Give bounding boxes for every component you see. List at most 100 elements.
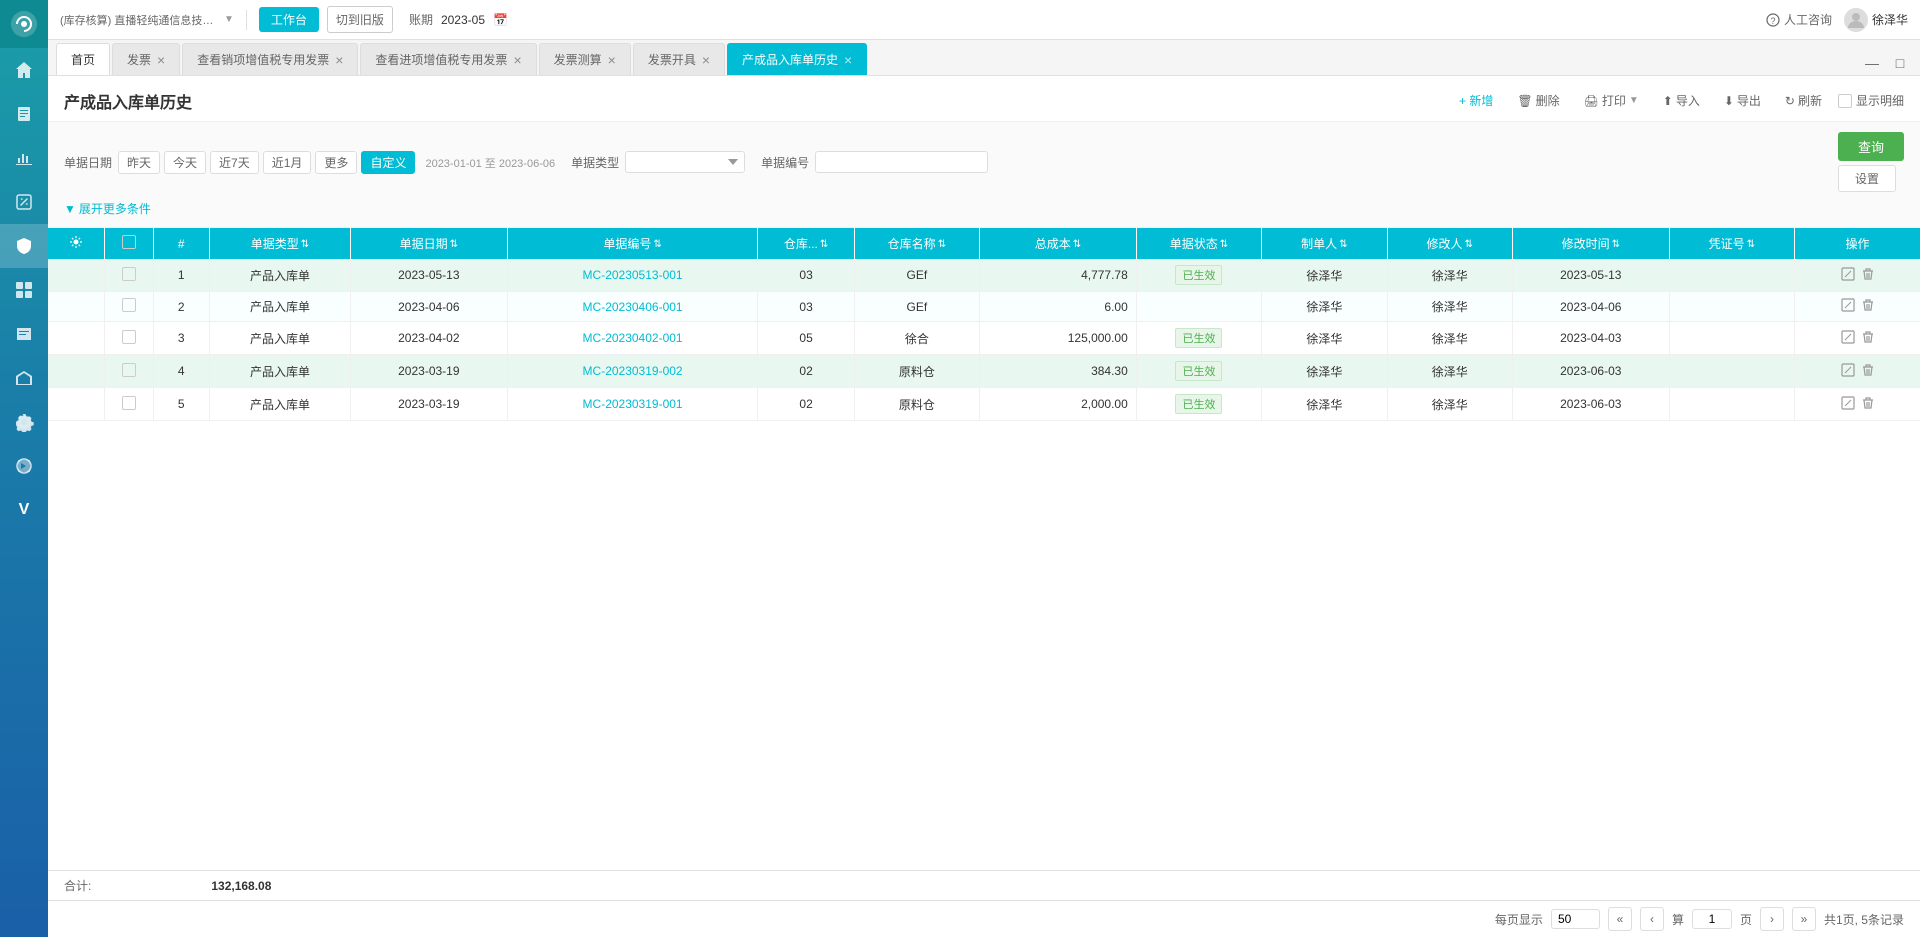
row-edit-icon[interactable] (1841, 330, 1855, 347)
col-settings[interactable] (48, 228, 104, 259)
export-button[interactable]: ⬇ 导出 (1716, 88, 1769, 113)
col-type[interactable]: 单据类型 (209, 228, 350, 259)
row-checkbox[interactable] (122, 298, 136, 312)
set-button[interactable]: 设置 (1838, 165, 1896, 192)
col-number[interactable]: 单据编号 (507, 228, 758, 259)
help-button[interactable]: ? 人工咨询 (1766, 11, 1832, 28)
workbench-button[interactable]: 工作台 (259, 7, 319, 32)
sidebar-item-play[interactable] (0, 444, 48, 488)
period-calendar-icon[interactable]: 📅 (493, 13, 508, 27)
page-size-select[interactable]: 50 100 200 (1551, 909, 1600, 929)
col-creator[interactable]: 制单人 (1262, 228, 1387, 259)
row-checkbox-cell[interactable] (104, 322, 153, 355)
row-number[interactable]: MC-20230402-001 (507, 322, 758, 355)
tab-home[interactable]: 首页 (56, 43, 110, 75)
tab-invoice-open[interactable]: 发票开具 × (633, 43, 725, 75)
tab-product-history-close[interactable]: × (844, 53, 852, 67)
row-delete-icon[interactable] (1861, 330, 1875, 347)
refresh-button[interactable]: ↻ 刷新 (1777, 88, 1830, 113)
select-all-checkbox[interactable] (122, 235, 136, 249)
row-delete-icon[interactable] (1861, 363, 1875, 380)
row-number-link[interactable]: MC-20230319-002 (583, 364, 683, 378)
row-delete-icon[interactable] (1861, 396, 1875, 413)
row-delete-icon[interactable] (1861, 267, 1875, 284)
company-dropdown-icon[interactable]: ▼ (224, 14, 234, 25)
row-number[interactable]: MC-20230406-001 (507, 292, 758, 322)
tab-product-history[interactable]: 产成品入库单历史 × (727, 43, 867, 75)
tab-invoice-calc-close[interactable]: × (608, 53, 616, 67)
tab-invoice-open-close[interactable]: × (702, 53, 710, 67)
tab-invoice[interactable]: 发票 × (112, 43, 180, 75)
app-logo[interactable] (0, 0, 48, 48)
row-number[interactable]: MC-20230319-002 (507, 355, 758, 388)
sidebar-item-grid[interactable] (0, 268, 48, 312)
row-edit-icon[interactable] (1841, 396, 1855, 413)
row-checkbox[interactable] (122, 363, 136, 377)
more-btn[interactable]: 更多 (315, 151, 357, 174)
sidebar-item-tax[interactable] (0, 180, 48, 224)
row-checkbox[interactable] (122, 396, 136, 410)
last-page-button[interactable]: » (1792, 907, 1816, 931)
switch-version-button[interactable]: 切到旧版 (327, 6, 393, 33)
new-button[interactable]: + 新增 (1451, 88, 1501, 113)
expand-conditions-button[interactable]: ▼ 展开更多条件 (64, 200, 1904, 217)
row-checkbox-cell[interactable] (104, 292, 153, 322)
row-number-link[interactable]: MC-20230513-001 (583, 268, 683, 282)
row-checkbox[interactable] (122, 330, 136, 344)
tab-invoice-close[interactable]: × (157, 53, 165, 67)
col-modify-time[interactable]: 修改时间 (1512, 228, 1669, 259)
tab-sales-vat-close[interactable]: × (335, 53, 343, 67)
sidebar-item-settings[interactable] (0, 400, 48, 444)
row-checkbox[interactable] (122, 267, 136, 281)
type-filter-select[interactable] (625, 151, 745, 173)
col-checkbox[interactable] (104, 228, 153, 259)
company-selector[interactable]: (库存核算) 直播轻纯通信息技术股份... ▼ (60, 12, 234, 28)
col-modifier[interactable]: 修改人 (1387, 228, 1512, 259)
row-number[interactable]: MC-20230513-001 (507, 259, 758, 292)
last1month-btn[interactable]: 近1月 (263, 151, 312, 174)
show-detail-checkbox[interactable]: 显示明细 (1838, 92, 1904, 109)
col-date[interactable]: 单据日期 (350, 228, 507, 259)
sidebar-item-document[interactable] (0, 92, 48, 136)
page-number-input[interactable] (1692, 909, 1732, 929)
tab-invoice-calc[interactable]: 发票测算 × (539, 43, 631, 75)
col-warehouse-code[interactable]: 仓库... (758, 228, 854, 259)
next-page-button[interactable]: › (1760, 907, 1784, 931)
row-number-link[interactable]: MC-20230406-001 (583, 300, 683, 314)
row-edit-icon[interactable] (1841, 298, 1855, 315)
sidebar-item-chart[interactable] (0, 136, 48, 180)
user-info[interactable]: 徐泽华 (1844, 8, 1908, 32)
query-button[interactable]: 查询 (1838, 132, 1904, 161)
tab-purchase-vat[interactable]: 查看进项增值税专用发票 × (360, 43, 536, 75)
row-checkbox-cell[interactable] (104, 259, 153, 292)
print-button[interactable]: 🖨 打印 ▼ (1576, 88, 1647, 113)
today-btn[interactable]: 今天 (164, 151, 206, 174)
row-number-link[interactable]: MC-20230402-001 (583, 331, 683, 345)
sidebar-item-shield[interactable] (0, 224, 48, 268)
sidebar-item-warehouse[interactable] (0, 356, 48, 400)
row-checkbox-cell[interactable] (104, 388, 153, 421)
col-voucher[interactable]: 凭证号 (1669, 228, 1794, 259)
row-number[interactable]: MC-20230319-001 (507, 388, 758, 421)
custom-btn[interactable]: 自定义 (361, 151, 415, 174)
row-delete-icon[interactable] (1861, 298, 1875, 315)
row-checkbox-cell[interactable] (104, 355, 153, 388)
print-dropdown-icon[interactable]: ▼ (1629, 95, 1639, 106)
first-page-button[interactable]: « (1608, 907, 1632, 931)
row-number-link[interactable]: MC-20230319-001 (583, 397, 683, 411)
row-edit-icon[interactable] (1841, 363, 1855, 380)
row-edit-icon[interactable] (1841, 267, 1855, 284)
sidebar-item-v[interactable]: V (0, 488, 48, 532)
yesterday-btn[interactable]: 昨天 (118, 151, 160, 174)
tab-maximize-button[interactable]: □ (1888, 51, 1912, 75)
tab-purchase-vat-close[interactable]: × (513, 53, 521, 67)
import-button[interactable]: ⬆ 导入 (1655, 88, 1708, 113)
delete-button[interactable]: 🗑 删除 (1509, 88, 1567, 113)
col-warehouse-name[interactable]: 仓库名称 (854, 228, 979, 259)
sidebar-item-home[interactable] (0, 48, 48, 92)
tab-minimize-button[interactable]: — (1860, 51, 1884, 75)
prev-page-button[interactable]: ‹ (1640, 907, 1664, 931)
col-total-cost[interactable]: 总成本 (980, 228, 1137, 259)
col-status[interactable]: 单据状态 (1136, 228, 1261, 259)
show-detail-checkbox-box[interactable] (1838, 94, 1852, 108)
